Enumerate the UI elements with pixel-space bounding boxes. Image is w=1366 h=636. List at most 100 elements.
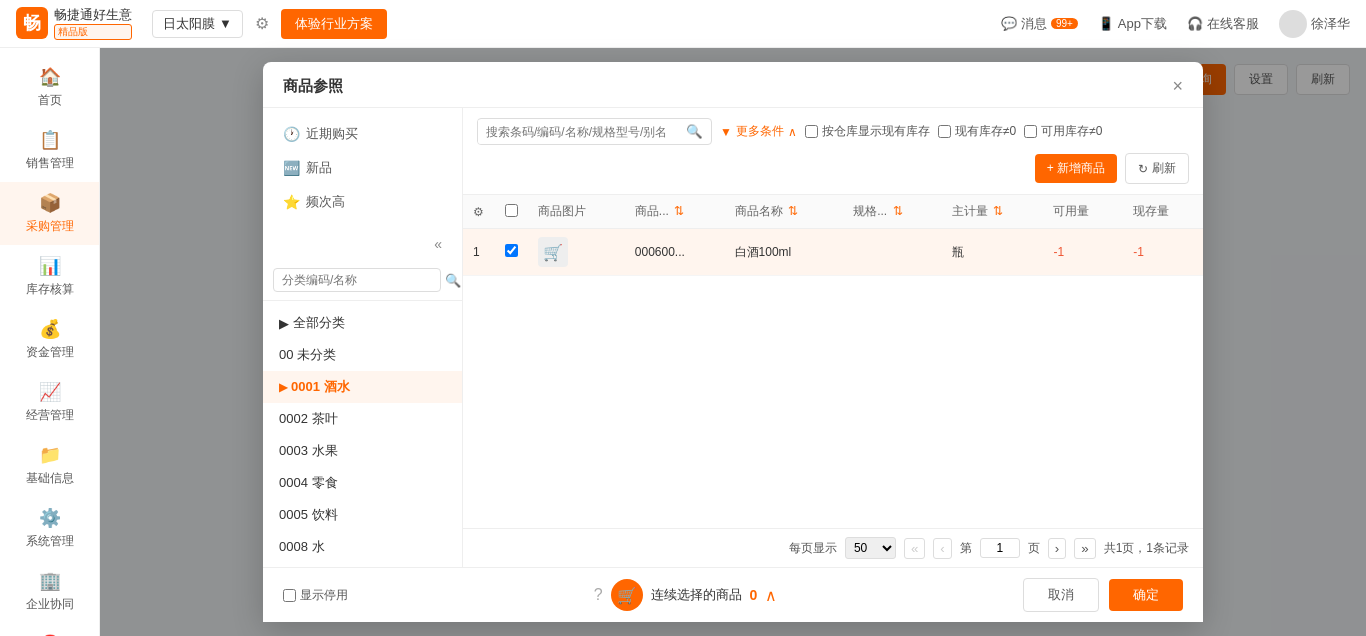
category-item-00[interactable]: 00 未分类	[263, 339, 462, 371]
col-unit[interactable]: 主计量 ⇅	[942, 195, 1044, 229]
sidebar-label-sales: 销售管理	[26, 155, 74, 172]
main-content: 查询 设置 刷新 商品参照 ×	[100, 48, 1366, 636]
search-icon[interactable]: 🔍	[445, 273, 461, 288]
collapse-icon[interactable]: «	[430, 232, 446, 256]
sidebar-label-finance: 资金管理	[26, 344, 74, 361]
nav-app-download[interactable]: 📱 App下载	[1098, 15, 1167, 33]
last-page-button[interactable]: »	[1074, 538, 1095, 559]
page-suffix: 页	[1028, 540, 1040, 557]
category-item-0003[interactable]: 0003 水果	[263, 435, 462, 467]
table-row[interactable]: 1 🛒 000600... 白酒100ml	[463, 229, 1203, 276]
sidebar-item-guide[interactable]: 🎯 新手引导	[0, 623, 99, 636]
first-page-button[interactable]: «	[904, 538, 925, 559]
cell-available: -1	[1043, 229, 1123, 276]
sidebar-item-purchase[interactable]: 📦 采购管理	[0, 182, 99, 245]
nav-user[interactable]: 徐泽华	[1279, 10, 1350, 38]
nav-dropdown-label: 日太阳膜	[163, 15, 215, 33]
prev-page-button[interactable]: ‹	[933, 538, 951, 559]
sidebar-item-operations[interactable]: 📈 经营管理	[0, 371, 99, 434]
tab-new[interactable]: 🆕 新品	[273, 152, 452, 184]
col-spec[interactable]: 规格... ⇅	[843, 195, 942, 229]
cell-no: 1	[463, 229, 495, 276]
sidebar-label-enterprise: 企业协同	[26, 596, 74, 613]
close-icon[interactable]: ×	[1172, 76, 1183, 97]
product-search-input[interactable]	[478, 120, 678, 144]
show-disabled-checkbox[interactable]: 显示停用	[283, 587, 348, 604]
add-product-button[interactable]: + 新增商品	[1035, 154, 1117, 183]
sidebar-item-system[interactable]: ⚙️ 系统管理	[0, 497, 99, 560]
finance-icon: 💰	[39, 318, 61, 340]
checkbox-available-input[interactable]	[1024, 125, 1037, 138]
search-button[interactable]: 🔍	[678, 119, 711, 144]
category-search-row: 🔍	[263, 260, 462, 301]
more-filters-button[interactable]: ▼ 更多条件 ∧	[720, 123, 797, 140]
col-code[interactable]: 商品... ⇅	[625, 195, 725, 229]
sidebar-item-basic[interactable]: 📁 基础信息	[0, 434, 99, 497]
basic-icon: 📁	[39, 444, 61, 466]
sidebar-item-finance[interactable]: 💰 资金管理	[0, 308, 99, 371]
nav-dropdown[interactable]: 日太阳膜 ▼	[152, 10, 243, 38]
operations-icon: 📈	[39, 381, 61, 403]
sidebar-item-enterprise[interactable]: 🏢 企业协同	[0, 560, 99, 623]
phone-icon: 📱	[1098, 16, 1114, 31]
sidebar-label-home: 首页	[38, 92, 62, 109]
next-page-button[interactable]: ›	[1048, 538, 1066, 559]
sort-icon-unit: ⇅	[993, 204, 1003, 218]
sidebar-label-purchase: 采购管理	[26, 218, 74, 235]
select-all-checkbox[interactable]	[505, 204, 518, 217]
category-item-0004[interactable]: 0004 零食	[263, 467, 462, 499]
sidebar-item-sales[interactable]: 📋 销售管理	[0, 119, 99, 182]
category-item-0002[interactable]: 0002 茶叶	[263, 403, 462, 435]
checkbox-warehouse[interactable]: 按仓库显示现有库存	[805, 123, 930, 140]
per-page-select[interactable]: 50 10 20 100	[845, 537, 896, 559]
nav-service[interactable]: 🎧 在线客服	[1187, 15, 1259, 33]
nav-messages[interactable]: 💬 消息 99+	[1001, 15, 1078, 33]
tab-frequent-label: 频次高	[306, 193, 345, 211]
dialog-title: 商品参照	[283, 77, 343, 96]
page-number-input[interactable]	[980, 538, 1020, 558]
expand-icon: ▶	[279, 316, 289, 331]
headset-icon: 🎧	[1187, 16, 1203, 31]
category-search-input[interactable]	[273, 268, 441, 292]
show-disabled-input[interactable]	[283, 589, 296, 602]
checkbox-available-nonzero[interactable]: 可用库存≠0	[1024, 123, 1102, 140]
category-item-0005[interactable]: 0005 饮料	[263, 499, 462, 531]
filter-icon: ▼	[720, 125, 732, 139]
col-name[interactable]: 商品名称 ⇅	[725, 195, 844, 229]
chevron-down-icon: ▼	[219, 16, 232, 31]
category-item-all[interactable]: ▶ 全部分类	[263, 307, 462, 339]
cancel-button[interactable]: 取消	[1023, 578, 1099, 612]
category-item-0001[interactable]: ▶ 0001 酒水	[263, 371, 462, 403]
logo-badge: 精品版	[54, 24, 132, 40]
page-label: 第	[960, 540, 972, 557]
col-image: 商品图片	[528, 195, 625, 229]
cell-checkbox[interactable]	[495, 229, 528, 276]
cart-collapse-icon[interactable]: ∧	[765, 586, 777, 605]
confirm-button[interactable]: 确定	[1109, 579, 1183, 611]
sidebar-item-inventory[interactable]: 📊 库存核算	[0, 245, 99, 308]
cart-icon[interactable]: 🛒	[611, 579, 643, 611]
trial-button[interactable]: 体验行业方案	[281, 9, 387, 39]
cart-count: 0	[750, 587, 758, 603]
help-icon[interactable]: ?	[594, 586, 603, 604]
top-nav: 畅 畅捷通好生意 精品版 日太阳膜 ▼ ⚙ 体验行业方案 💬 消息 99+ 📱 …	[0, 0, 1366, 48]
footer-left: 显示停用	[283, 587, 348, 604]
sidebar-item-home[interactable]: 🏠 首页	[0, 56, 99, 119]
inventory-icon: 📊	[39, 255, 61, 277]
tab-frequent[interactable]: ⭐ 频次高	[273, 186, 452, 218]
dialog-body: 🕐 近期购买 🆕 新品 ⭐ 频次高	[263, 108, 1203, 567]
refresh-button[interactable]: ↻ 刷新	[1125, 153, 1189, 184]
tab-recent[interactable]: 🕐 近期购买	[273, 118, 452, 150]
sidebar-label-basic: 基础信息	[26, 470, 74, 487]
arrow-icon: ▶	[279, 381, 287, 394]
checkbox-warehouse-input[interactable]	[805, 125, 818, 138]
product-table: ⚙ 商品图片 商品... ⇅ 商品名称 ⇅ 规格... ⇅ 主计量 ⇅ 可用量	[463, 195, 1203, 276]
product-reference-dialog: 商品参照 × 🕐 近期购买 🆕	[263, 62, 1203, 622]
gear-icon[interactable]: ⚙	[255, 14, 269, 33]
sort-icon-spec: ⇅	[893, 204, 903, 218]
checkbox-stock-input[interactable]	[938, 125, 951, 138]
col-settings[interactable]: ⚙	[463, 195, 495, 229]
row-checkbox[interactable]	[505, 244, 518, 257]
category-item-0008[interactable]: 0008 水	[263, 531, 462, 563]
checkbox-stock-nonzero[interactable]: 现有库存≠0	[938, 123, 1016, 140]
